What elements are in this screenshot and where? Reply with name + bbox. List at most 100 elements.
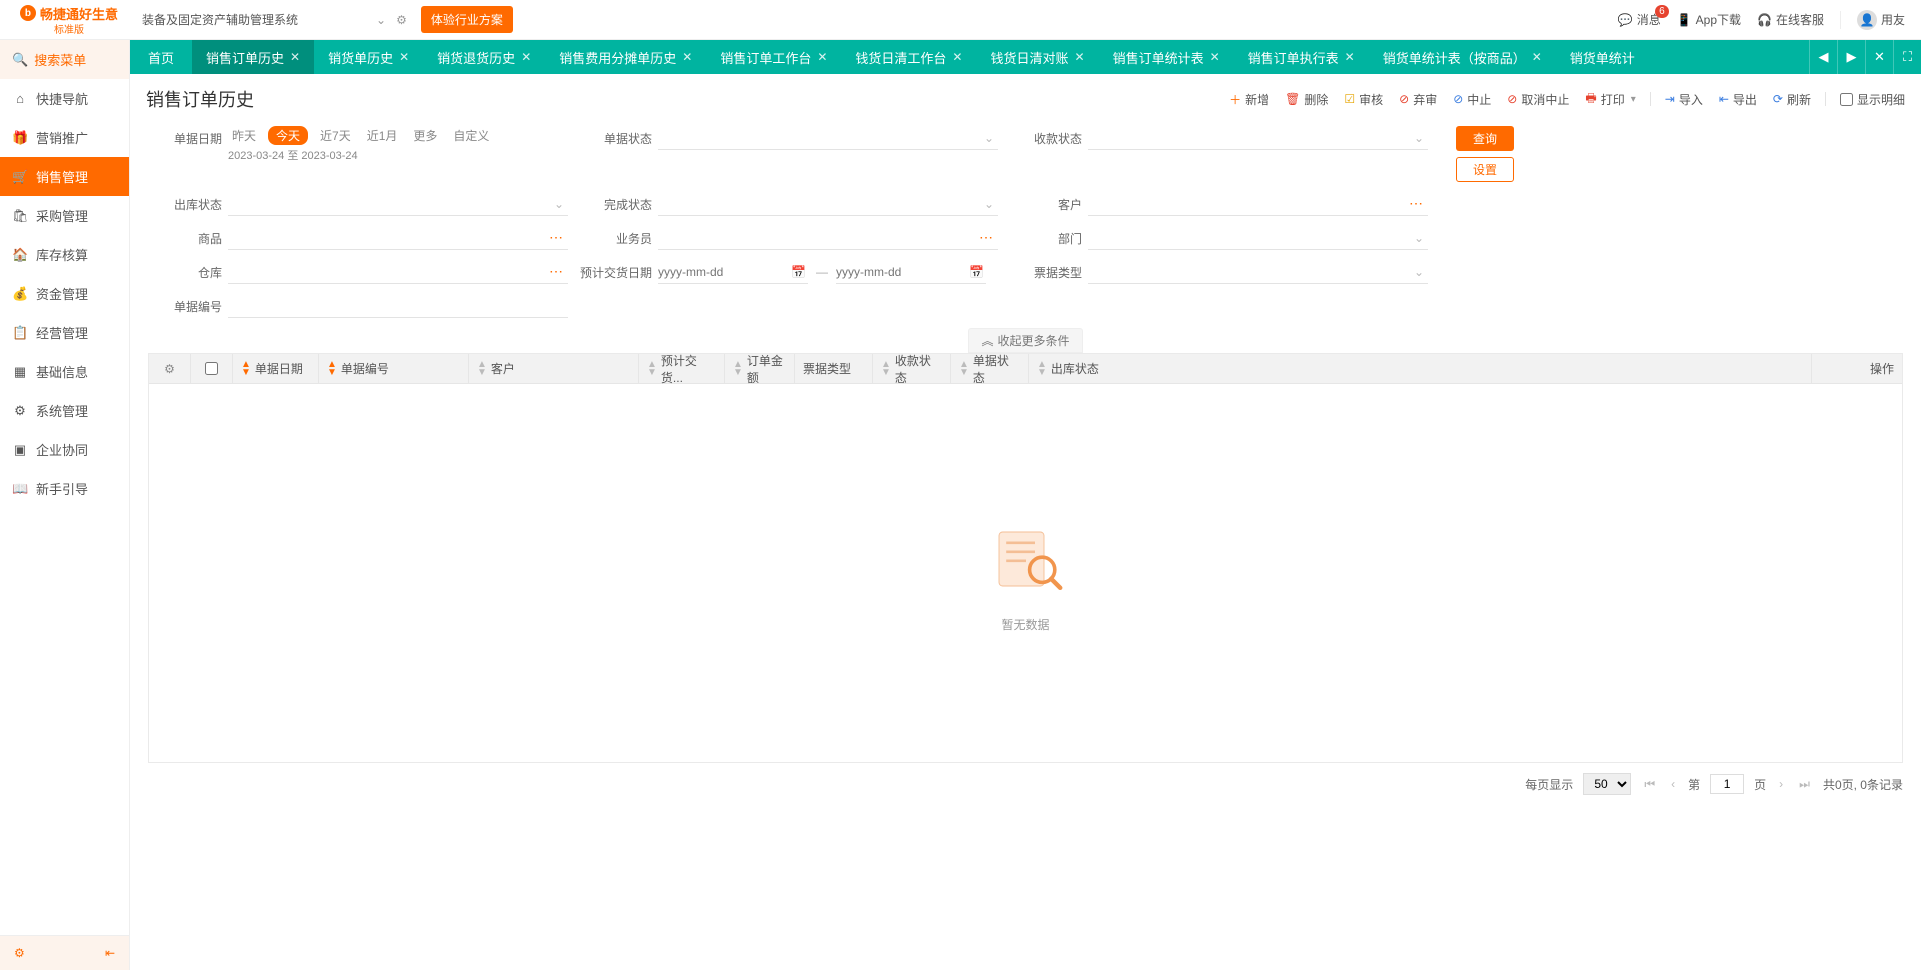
collapse-conditions[interactable]: ︽ 收起更多条件: [968, 328, 1082, 353]
audit-button[interactable]: ☑审核: [1338, 91, 1389, 108]
tab-daily-workbench[interactable]: 钱货日清工作台✕: [841, 40, 976, 74]
date-tag-1m[interactable]: 近1月: [363, 126, 402, 145]
import-button[interactable]: ⇥导入: [1659, 91, 1709, 108]
per-page-select[interactable]: 50: [1583, 773, 1631, 795]
collapse-sidebar-icon[interactable]: ⇤: [105, 946, 115, 960]
user-menu[interactable]: 👤 用友: [1857, 10, 1905, 30]
tab-home[interactable]: 首页: [130, 40, 192, 74]
tab-return-history[interactable]: 销货退货历史✕: [423, 40, 545, 74]
date-tag-today[interactable]: 今天: [268, 126, 308, 145]
col-receipt[interactable]: ▲▼收款状态: [873, 354, 951, 383]
bill-status-select[interactable]: ⌄: [658, 126, 998, 150]
product-picker[interactable]: ⋯: [228, 226, 568, 250]
col-out-status[interactable]: ▲▼出库状态: [1029, 354, 1812, 383]
sidebar-item-basedata[interactable]: ▦基础信息: [0, 352, 129, 391]
deliver-date-from[interactable]: 📅: [658, 260, 808, 284]
col-ticket[interactable]: 票据类型: [795, 354, 873, 383]
unaudit-button[interactable]: ⊘弃审: [1393, 91, 1443, 108]
receipt-status-select[interactable]: ⌄: [1088, 126, 1428, 150]
search-menu[interactable]: 🔍 搜索菜单: [0, 40, 129, 79]
tab-sales-stat-more[interactable]: 销货单统计: [1556, 40, 1649, 74]
col-customer[interactable]: ▲▼客户: [469, 354, 639, 383]
sidebar-item-purchase[interactable]: 🛍采购管理: [0, 196, 129, 235]
tabs-scroll-left[interactable]: ◀: [1809, 40, 1837, 74]
date-input[interactable]: [836, 265, 986, 279]
tab-fee-alloc-history[interactable]: 销售费用分摊单历史✕: [545, 40, 706, 74]
close-icon[interactable]: ✕: [1075, 50, 1085, 64]
close-icon[interactable]: ✕: [817, 50, 827, 64]
unstop-button[interactable]: ⊘取消中止: [1501, 91, 1575, 108]
sidebar-item-sales[interactable]: 🛒销售管理: [0, 157, 129, 196]
experience-button[interactable]: 体验行业方案: [421, 6, 513, 33]
tab-order-stat[interactable]: 销售订单统计表✕: [1099, 40, 1234, 74]
stop-button[interactable]: ⊘中止: [1447, 91, 1497, 108]
tab-sales-order-history[interactable]: 销售订单历史✕: [192, 40, 314, 74]
date-input[interactable]: [658, 265, 808, 279]
col-amount[interactable]: ▲▼订单金额: [725, 354, 795, 383]
tab-daily-recon[interactable]: 钱货日清对账✕: [976, 40, 1098, 74]
app-download-button[interactable]: 📱 App下载: [1677, 11, 1741, 28]
refresh-button[interactable]: ⟳刷新: [1767, 91, 1817, 108]
date-tag-custom[interactable]: 自定义: [449, 126, 493, 145]
sidebar-item-marketing[interactable]: 🎁营销推广: [0, 118, 129, 157]
dept-select[interactable]: ⌄: [1088, 226, 1428, 250]
tab-sales-doc-history[interactable]: 销货单历史✕: [314, 40, 423, 74]
print-button[interactable]: 🖶打印▾: [1579, 89, 1641, 110]
out-status-select[interactable]: ⌄: [228, 192, 568, 216]
close-icon[interactable]: ✕: [1532, 50, 1542, 64]
date-tag-yesterday[interactable]: 昨天: [228, 126, 260, 145]
close-icon[interactable]: ✕: [952, 50, 962, 64]
select-all-checkbox[interactable]: [191, 354, 233, 383]
deliver-date-to[interactable]: 📅: [836, 260, 986, 284]
setting-button[interactable]: 设置: [1456, 157, 1514, 182]
sidebar-item-system[interactable]: ⚙系统管理: [0, 391, 129, 430]
pager-prev[interactable]: ‹: [1668, 777, 1678, 791]
col-bill-code[interactable]: ▲▼单据编号: [319, 354, 469, 383]
query-button[interactable]: 查询: [1456, 126, 1514, 151]
finish-status-select[interactable]: ⌄: [658, 192, 998, 216]
export-button[interactable]: ⇤导出: [1713, 91, 1763, 108]
col-bill-status[interactable]: ▲▼单据状态: [951, 354, 1029, 383]
add-button[interactable]: ＋新增: [1223, 91, 1275, 108]
text-input[interactable]: [228, 299, 568, 313]
tab-sales-stat-product[interactable]: 销货单统计表（按商品）✕: [1369, 40, 1556, 74]
col-bill-date[interactable]: ▲▼单据日期: [233, 354, 319, 383]
customer-picker[interactable]: ⋯: [1088, 192, 1428, 216]
ticket-type-select[interactable]: ⌄: [1088, 260, 1428, 284]
page-input[interactable]: [1710, 774, 1744, 794]
sidebar-item-quicknav[interactable]: ⌂快捷导航: [0, 79, 129, 118]
warehouse-picker[interactable]: ⋯: [228, 260, 568, 284]
bill-code-input[interactable]: [228, 294, 568, 318]
close-icon[interactable]: ✕: [290, 50, 300, 64]
date-tag-7d[interactable]: 近7天: [316, 126, 355, 145]
salesman-picker[interactable]: ⋯: [658, 226, 998, 250]
close-icon[interactable]: ✕: [1210, 50, 1220, 64]
checkbox-input[interactable]: [1840, 93, 1853, 106]
sidebar-item-inventory[interactable]: 🏠库存核算: [0, 235, 129, 274]
close-icon[interactable]: ✕: [399, 50, 409, 64]
tab-order-exec[interactable]: 销售订单执行表✕: [1234, 40, 1369, 74]
sidebar-item-enterprise[interactable]: ▣企业协同: [0, 430, 129, 469]
date-tag-more[interactable]: 更多: [409, 126, 441, 145]
column-settings[interactable]: ⚙: [149, 354, 191, 383]
pager-next[interactable]: ›: [1776, 777, 1786, 791]
message-button[interactable]: 💬 消息 6: [1618, 11, 1661, 28]
pager-first[interactable]: ⏮: [1641, 777, 1658, 792]
support-button[interactable]: 🎧 在线客服: [1757, 11, 1824, 28]
system-selector[interactable]: 装备及固定资产辅助管理系统 ⌄: [142, 11, 386, 28]
sidebar-item-guide[interactable]: 📖新手引导: [0, 469, 129, 508]
col-deliver[interactable]: ▲▼预计交货...: [639, 354, 725, 383]
close-icon[interactable]: ✕: [682, 50, 692, 64]
pager-last[interactable]: ⏭: [1796, 777, 1813, 792]
close-icon[interactable]: ✕: [1345, 50, 1355, 64]
tabs-fullscreen[interactable]: ⛶: [1893, 40, 1921, 74]
checkbox-input[interactable]: [205, 362, 218, 375]
show-detail-checkbox[interactable]: 显示明细: [1840, 91, 1905, 108]
delete-button[interactable]: 🗑删除: [1279, 91, 1334, 108]
sidebar-item-finance[interactable]: 💰资金管理: [0, 274, 129, 313]
gear-icon[interactable]: ⚙: [396, 13, 407, 27]
close-icon[interactable]: ✕: [521, 50, 531, 64]
tab-order-workbench[interactable]: 销售订单工作台✕: [706, 40, 841, 74]
tabs-scroll-right[interactable]: ▶: [1837, 40, 1865, 74]
settings-icon[interactable]: ⚙: [14, 946, 25, 960]
